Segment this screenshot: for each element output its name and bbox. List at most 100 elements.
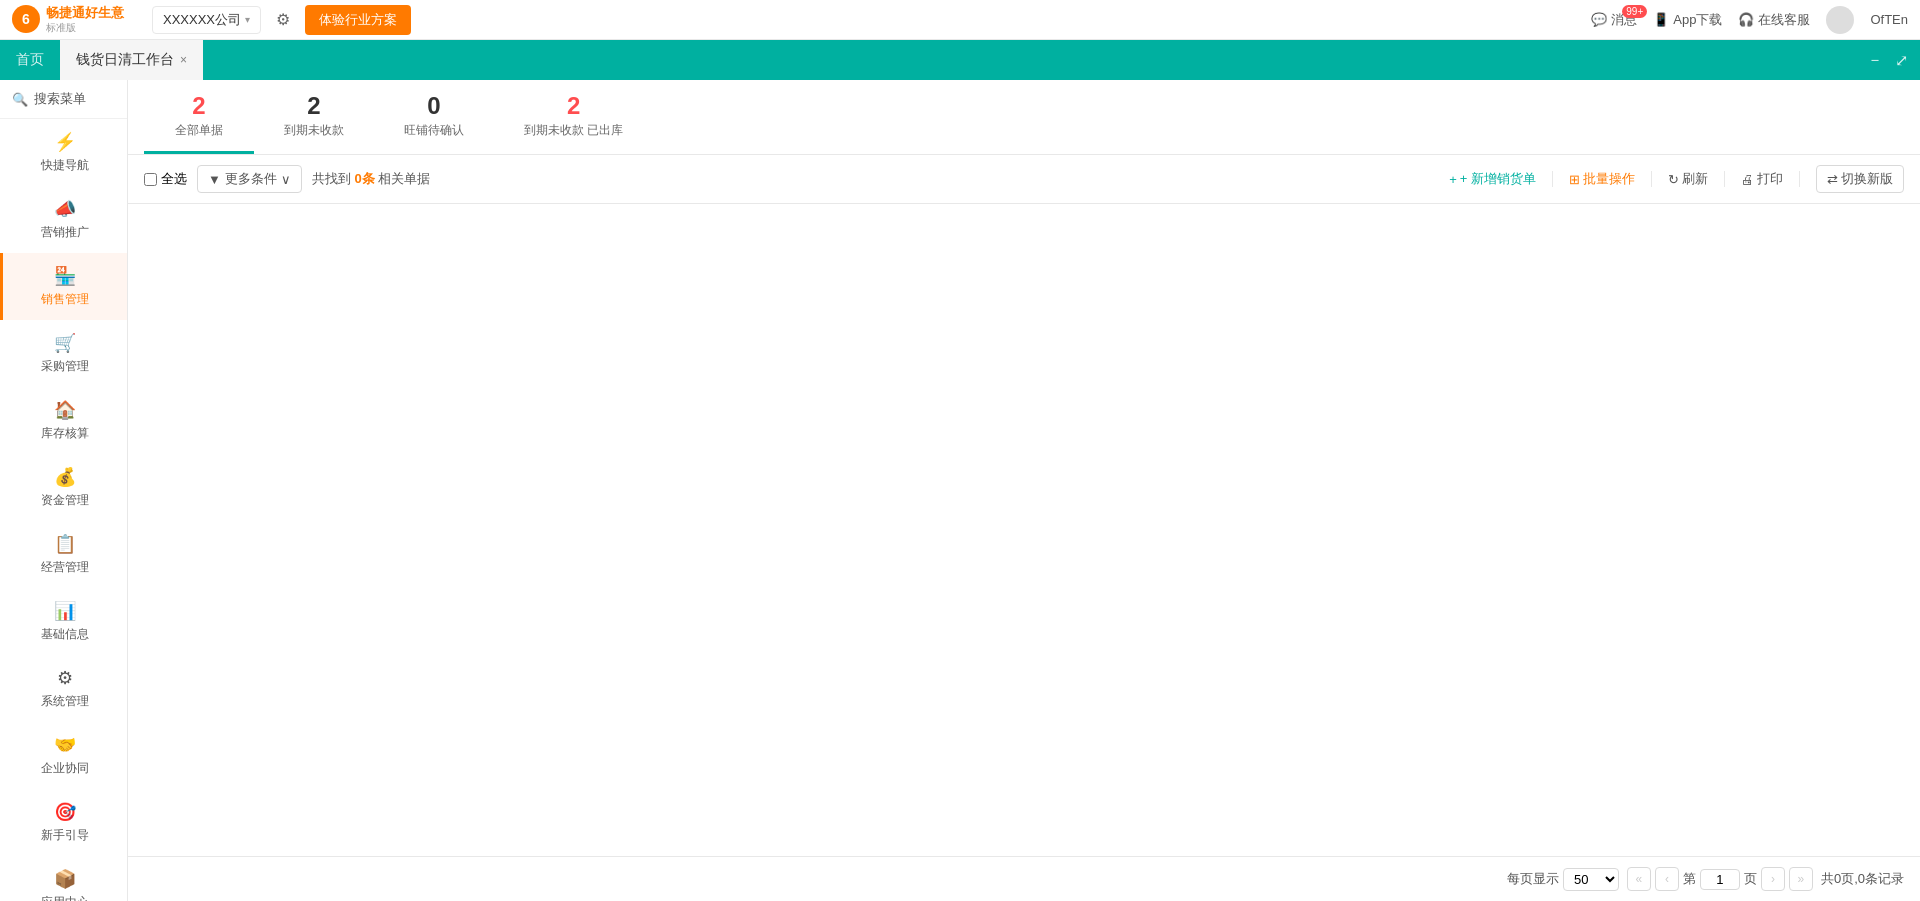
refresh-button[interactable]: ↻ 刷新 xyxy=(1668,170,1708,188)
inventory-icon: 🏠 xyxy=(54,399,76,421)
company-selector[interactable]: XXXXXX公司 ▾ xyxy=(152,6,261,34)
stat-count-pending: 0 xyxy=(427,92,440,120)
page-last-button[interactable]: » xyxy=(1789,867,1813,891)
search-icon: 🔍 xyxy=(12,92,28,107)
page-next-button[interactable]: › xyxy=(1761,867,1785,891)
sidebar-item-cooperation[interactable]: 🤝 企业协同 xyxy=(0,722,127,789)
online-service-action[interactable]: 🎧 在线客服 xyxy=(1738,11,1810,29)
messages-action[interactable]: 💬 消息 99+ xyxy=(1591,11,1637,29)
sidebar-item-finance[interactable]: 💰 资金管理 xyxy=(0,454,127,521)
app-download-action[interactable]: 📱 App下载 xyxy=(1653,11,1722,29)
total-info: 共0页,0条记录 xyxy=(1821,870,1904,888)
tab-workbench[interactable]: 钱货日清工作台 × xyxy=(60,40,203,80)
sidebar: 🔍 搜索菜单 ⚡ 快捷导航 📣 营销推广 🏪 销售管理 🛒 采购管理 🏠 库存核… xyxy=(0,80,128,901)
batch-icon: ⊞ xyxy=(1569,172,1580,187)
search-menu-label: 搜索菜单 xyxy=(34,90,86,108)
sidebar-item-inventory[interactable]: 🏠 库存核算 xyxy=(0,387,127,454)
tab-expand-icon[interactable]: ⤢ xyxy=(1895,51,1908,70)
app-center-icon: 📦 xyxy=(54,868,76,890)
select-all-checkbox[interactable]: 全选 xyxy=(144,170,187,188)
sidebar-item-label: 销售管理 xyxy=(41,291,89,308)
system-icon: ⚙ xyxy=(57,667,73,689)
switch-button[interactable]: ⇄ 切换新版 xyxy=(1816,165,1904,193)
page-prev-button[interactable]: ‹ xyxy=(1655,867,1679,891)
workbench-tab-label: 钱货日清工作台 xyxy=(76,51,174,69)
page-nav: « ‹ 第 页 › » xyxy=(1627,867,1813,891)
per-page-select[interactable]: 50 10 20 100 xyxy=(1563,868,1619,891)
print-label: 打印 xyxy=(1757,170,1783,188)
stat-tab-outbound[interactable]: 2 到期未收款 已出库 xyxy=(494,80,653,154)
refresh-label: 刷新 xyxy=(1682,170,1708,188)
stat-tab-overdue[interactable]: 2 到期未收款 xyxy=(254,80,374,154)
sidebar-item-system[interactable]: ⚙ 系统管理 xyxy=(0,655,127,722)
sidebar-item-marketing[interactable]: 📣 营销推广 xyxy=(0,186,127,253)
divider-2 xyxy=(1651,171,1652,187)
sidebar-item-label: 经营管理 xyxy=(41,559,89,576)
cooperation-icon: 🤝 xyxy=(54,734,76,756)
sidebar-item-label: 基础信息 xyxy=(41,626,89,643)
stat-tab-pending[interactable]: 0 旺铺待确认 xyxy=(374,80,494,154)
logo-main: 畅捷通好生意 xyxy=(46,5,124,22)
sidebar-item-sales[interactable]: 🏪 销售管理 xyxy=(0,253,127,320)
logo-text: 畅捷通好生意 标准版 xyxy=(46,5,124,35)
service-icon: 🎧 xyxy=(1738,12,1754,27)
basic-info-icon: 📊 xyxy=(54,600,76,622)
avatar-name[interactable]: OfTEn xyxy=(1870,12,1908,27)
stat-count-overdue: 2 xyxy=(307,92,320,120)
main-layout: 🔍 搜索菜单 ⚡ 快捷导航 📣 营销推广 🏪 销售管理 🛒 采购管理 🏠 库存核… xyxy=(0,80,1920,901)
divider-4 xyxy=(1799,171,1800,187)
print-button[interactable]: 🖨 打印 xyxy=(1741,170,1783,188)
tab-bar-actions: － ⤢ xyxy=(1867,50,1920,71)
divider-3 xyxy=(1724,171,1725,187)
top-header: 6 畅捷通好生意 标准版 XXXXXX公司 ▾ ⚙ 体验行业方案 💬 消息 99… xyxy=(0,0,1920,40)
tab-home[interactable]: 首页 xyxy=(0,40,60,80)
toolbar-left: 全选 ▼ 更多条件 ∨ 共找到 0条 相关单据 xyxy=(144,165,1437,193)
page-input[interactable] xyxy=(1700,869,1740,890)
settings-icon[interactable]: ⚙ xyxy=(269,6,297,34)
marketing-icon: 📣 xyxy=(54,198,76,220)
select-all-input[interactable] xyxy=(144,173,157,186)
guide-icon: 🎯 xyxy=(54,801,76,823)
stat-tab-all[interactable]: 2 全部单据 xyxy=(144,80,254,154)
sidebar-item-label: 系统管理 xyxy=(41,693,89,710)
result-count: 0条 xyxy=(355,171,375,186)
stats-tabs: 2 全部单据 2 到期未收款 0 旺铺待确认 2 到期未收款 已出库 xyxy=(128,80,1920,155)
quick-nav-icon: ⚡ xyxy=(54,131,76,153)
sidebar-item-label: 新手引导 xyxy=(41,827,89,844)
filter-arrow-icon: ∨ xyxy=(281,172,291,187)
filter-icon: ▼ xyxy=(208,172,221,187)
switch-label: 切换新版 xyxy=(1841,170,1893,188)
add-label: + 新增销货单 xyxy=(1460,170,1536,188)
sidebar-item-operations[interactable]: 📋 经营管理 xyxy=(0,521,127,588)
page-first-button[interactable]: « xyxy=(1627,867,1651,891)
experience-button[interactable]: 体验行业方案 xyxy=(305,5,411,35)
avatar[interactable] xyxy=(1826,6,1854,34)
sidebar-item-guide[interactable]: 🎯 新手引导 xyxy=(0,789,127,856)
chevron-down-icon: ▾ xyxy=(245,14,250,25)
sidebar-item-label: 营销推广 xyxy=(41,224,89,241)
message-icon: 💬 xyxy=(1591,12,1607,27)
sidebar-item-basic-info[interactable]: 📊 基础信息 xyxy=(0,588,127,655)
result-suffix: 相关单据 xyxy=(378,171,430,186)
filter-label: 更多条件 xyxy=(225,170,277,188)
sidebar-item-app-center[interactable]: 📦 应用中心 xyxy=(0,856,127,901)
sidebar-item-label: 采购管理 xyxy=(41,358,89,375)
sidebar-item-purchase[interactable]: 🛒 采购管理 xyxy=(0,320,127,387)
tab-close-icon[interactable]: × xyxy=(180,53,187,67)
logo-area: 6 畅捷通好生意 标准版 xyxy=(12,5,124,35)
sales-icon: 🏪 xyxy=(54,265,76,287)
sidebar-item-quick-nav[interactable]: ⚡ 快捷导航 xyxy=(0,119,127,186)
divider-1 xyxy=(1552,171,1553,187)
stat-count-outbound: 2 xyxy=(567,92,580,120)
sidebar-item-label: 应用中心 xyxy=(41,894,89,901)
sidebar-search[interactable]: 🔍 搜索菜单 xyxy=(0,80,127,119)
online-service-label: 在线客服 xyxy=(1758,11,1810,29)
sidebar-item-label: 企业协同 xyxy=(41,760,89,777)
batch-button[interactable]: ⊞ 批量操作 xyxy=(1569,170,1635,188)
tab-minimize-icon[interactable]: － xyxy=(1867,50,1883,71)
toolbar: 全选 ▼ 更多条件 ∨ 共找到 0条 相关单据 + + 新增销货单 xyxy=(128,155,1920,204)
toolbar-right: + + 新增销货单 ⊞ 批量操作 ↻ 刷新 🖨 打印 xyxy=(1449,165,1904,193)
tab-bar: 首页 钱货日清工作台 × － ⤢ xyxy=(0,40,1920,80)
filter-button[interactable]: ▼ 更多条件 ∨ xyxy=(197,165,302,193)
add-button[interactable]: + + 新增销货单 xyxy=(1449,170,1536,188)
